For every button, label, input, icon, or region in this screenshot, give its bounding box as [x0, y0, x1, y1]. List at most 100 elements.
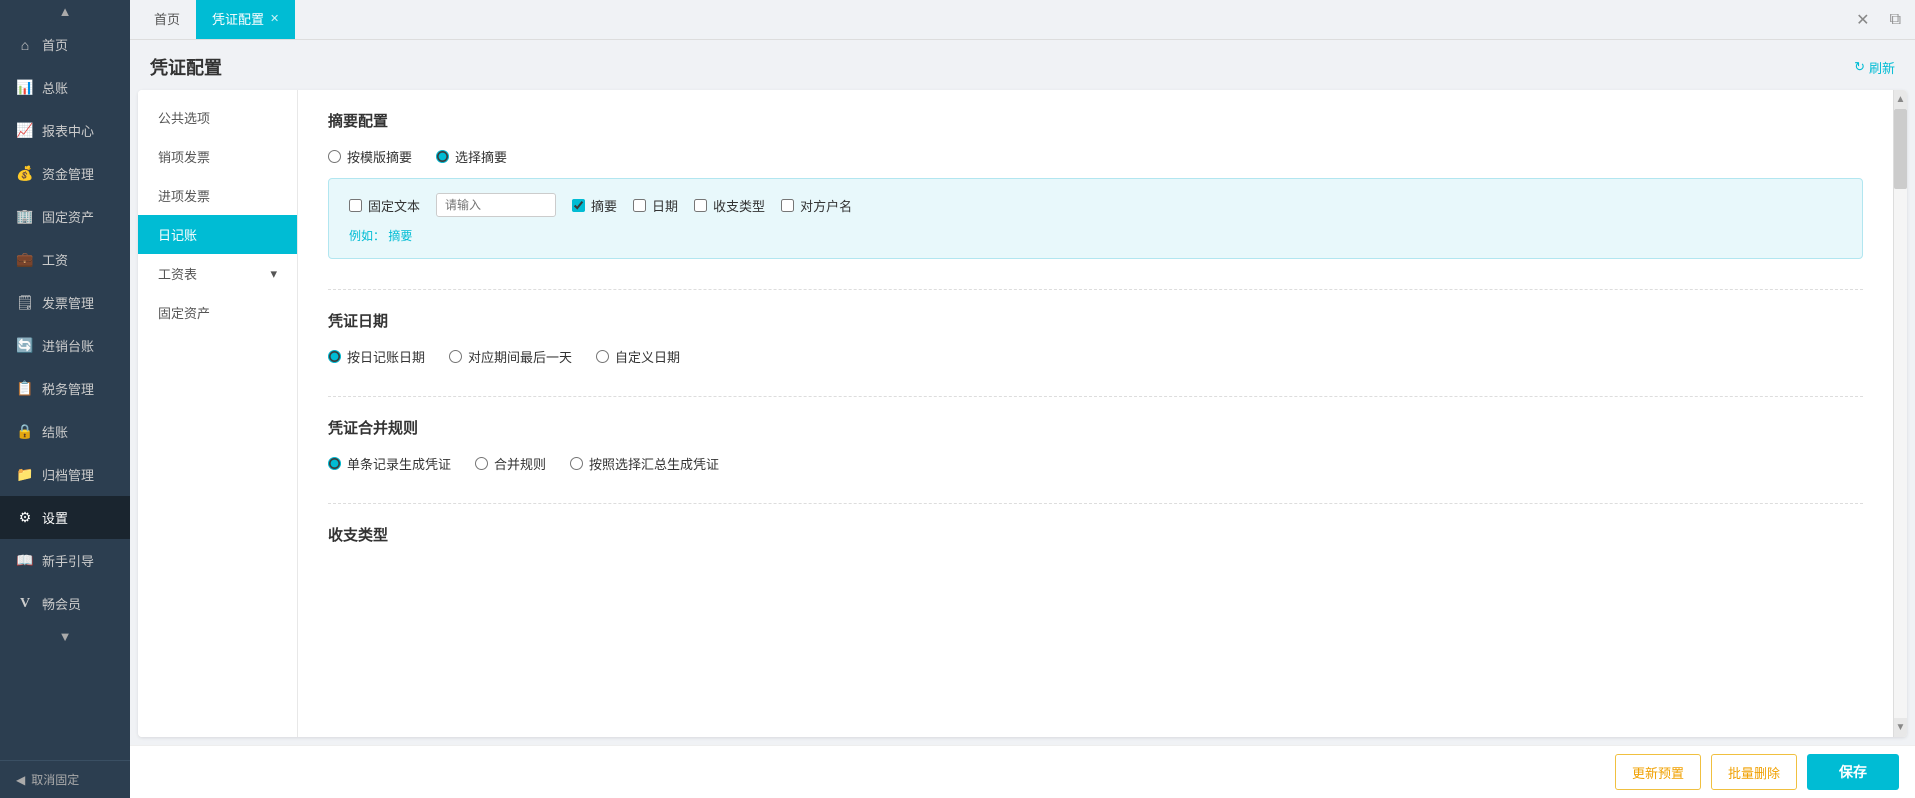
save-button[interactable]: 保存 [1807, 754, 1899, 790]
merge-rule-radio-group: 单条记录生成凭证 合并规则 按照选择汇总生成凭证 [328, 454, 1863, 473]
scroll-thumb[interactable] [1894, 109, 1907, 189]
left-nav-purchase-invoice[interactable]: 进项发票 [138, 176, 297, 215]
radio-single[interactable]: 单条记录生成凭证 [328, 454, 451, 473]
tab-close-icon[interactable]: ✕ [270, 12, 279, 25]
checkbox-counterpart-input[interactable] [781, 199, 794, 212]
summary-config-title: 摘要配置 [328, 110, 1863, 131]
ledger-icon: 📊 [16, 79, 34, 96]
checkbox-summary[interactable]: 摘要 [572, 196, 617, 215]
main-area: 首页 凭证配置 ✕ ✕ ⧉ 凭证配置 ↻ 刷新 公共选项 [130, 0, 1915, 798]
sidebar-item-ledger[interactable]: 📊 总账 [0, 66, 130, 109]
closing-icon: 🔒 [16, 423, 34, 440]
sidebar-unpin-button[interactable]: ◀ 取消固定 [0, 760, 130, 798]
sidebar-item-invoice[interactable]: 🗒 发票管理 [0, 281, 130, 324]
sidebar-item-assets[interactable]: 🏢 固定资产 [0, 195, 130, 238]
page-title: 凭证配置 [150, 54, 222, 80]
sidebar: ▲ ⌂ 首页 📊 总账 📈 报表中心 💰 资金管理 🏢 固定资产 💼 工资 🗒 … [0, 0, 130, 798]
fund-icon: 💰 [16, 165, 34, 182]
summary-example: 例如： 摘要 [349, 227, 1842, 244]
summary-checkboxes-row: 固定文本 摘要 日期 [349, 193, 1842, 217]
checkbox-summary-input[interactable] [572, 199, 585, 212]
checkbox-fixed-text-input[interactable] [349, 199, 362, 212]
radio-merge[interactable]: 合并规则 [475, 454, 546, 473]
assets-icon: 🏢 [16, 208, 34, 225]
radio-custom-date[interactable]: 自定义日期 [596, 347, 680, 366]
checkbox-date-input[interactable] [633, 199, 646, 212]
batch-delete-button[interactable]: 批量删除 [1711, 754, 1797, 790]
income-type-title: 收支类型 [328, 524, 1863, 545]
bottom-action-bar: 更新预置 批量删除 保存 [130, 745, 1915, 798]
left-nav: 公共选项 销项发票 进项发票 日记账 工资表 ▾ 固定资产 [138, 90, 298, 737]
radio-batch[interactable]: 按照选择汇总生成凭证 [570, 454, 719, 473]
radio-single-input[interactable] [328, 457, 341, 470]
sidebar-item-report[interactable]: 📈 报表中心 [0, 109, 130, 152]
voucher-date-title: 凭证日期 [328, 310, 1863, 331]
sidebar-item-payroll[interactable]: 💼 工资 [0, 238, 130, 281]
checkbox-counterpart[interactable]: 对方户名 [781, 196, 852, 215]
radio-last-day-input[interactable] [449, 350, 462, 363]
sidebar-item-closing[interactable]: 🔒 结账 [0, 410, 130, 453]
merge-rule-section: 凭证合并规则 单条记录生成凭证 合并规则 按照选择汇总生成凭证 [328, 417, 1863, 473]
chevron-down-icon: ▾ [270, 266, 277, 282]
divider-2 [328, 396, 1863, 397]
radio-template-input[interactable] [328, 150, 341, 163]
content-wrapper: 凭证配置 ↻ 刷新 公共选项 销项发票 进项发票 日记账 [130, 40, 1915, 798]
divider-1 [328, 289, 1863, 290]
radio-custom-date-input[interactable] [596, 350, 609, 363]
radio-select-input[interactable] [436, 150, 449, 163]
checkbox-fixed-text[interactable]: 固定文本 [349, 196, 420, 215]
sidebar-scroll-up[interactable]: ▲ [0, 0, 130, 23]
voucher-date-radio-group: 按日记账日期 对应期间最后一天 自定义日期 [328, 347, 1863, 366]
sidebar-item-fund[interactable]: 💰 资金管理 [0, 152, 130, 195]
invoice-icon: 🗒 [16, 294, 34, 311]
sidebar-item-archive[interactable]: 📁 归档管理 [0, 453, 130, 496]
left-nav-fixed-assets[interactable]: 固定资产 [138, 293, 297, 332]
sidebar-scroll-down[interactable]: ▼ [0, 625, 130, 648]
left-nav-journal[interactable]: 日记账 [138, 215, 297, 254]
pin-icon: ◀ [16, 773, 25, 787]
summary-radio-group: 按模版摘要 选择摘要 [328, 147, 1863, 166]
scroll-track [1894, 109, 1907, 718]
radio-batch-input[interactable] [570, 457, 583, 470]
sidebar-item-purchase[interactable]: 🔄 进销台账 [0, 324, 130, 367]
left-nav-sales-invoice[interactable]: 销项发票 [138, 137, 297, 176]
radio-template-summary[interactable]: 按模版摘要 [328, 147, 412, 166]
radio-select-summary[interactable]: 选择摘要 [436, 147, 507, 166]
sidebar-item-settings[interactable]: ⚙ 设置 [0, 496, 130, 539]
content-body: 公共选项 销项发票 进项发票 日记账 工资表 ▾ 固定资产 [138, 90, 1907, 737]
scroll-down-button[interactable]: ▼ [1894, 718, 1907, 737]
window-restore-button[interactable]: ⧉ [1884, 8, 1907, 32]
refresh-icon: ↻ [1854, 59, 1865, 75]
voucher-date-section: 凭证日期 按日记账日期 对应期间最后一天 自定义日期 [328, 310, 1863, 366]
sidebar-item-home[interactable]: ⌂ 首页 [0, 23, 130, 66]
radio-journal-date[interactable]: 按日记账日期 [328, 347, 425, 366]
archive-icon: 📁 [16, 466, 34, 483]
radio-last-day[interactable]: 对应期间最后一天 [449, 347, 572, 366]
tab-bar-actions: ✕ ⧉ [1850, 8, 1907, 32]
home-icon: ⌂ [16, 37, 34, 53]
checkbox-income-type-input[interactable] [694, 199, 707, 212]
report-icon: 📈 [16, 122, 34, 139]
sidebar-item-guide[interactable]: 📖 新手引导 [0, 539, 130, 582]
window-close-button[interactable]: ✕ [1850, 8, 1875, 32]
radio-journal-date-input[interactable] [328, 350, 341, 363]
tab-voucher-config[interactable]: 凭证配置 ✕ [196, 0, 295, 39]
radio-merge-input[interactable] [475, 457, 488, 470]
merge-rule-title: 凭证合并规则 [328, 417, 1863, 438]
refresh-button[interactable]: ↻ 刷新 [1854, 58, 1895, 77]
member-icon: V [16, 596, 34, 612]
page-header: 凭证配置 ↻ 刷新 [130, 40, 1915, 90]
right-content: 摘要配置 按模版摘要 选择摘要 [298, 90, 1893, 737]
checkbox-date[interactable]: 日期 [633, 196, 678, 215]
left-nav-payroll-table[interactable]: 工资表 ▾ [138, 254, 297, 293]
sidebar-item-member[interactable]: V 畅会员 [0, 582, 130, 625]
scroll-up-button[interactable]: ▲ [1894, 90, 1907, 109]
update-preview-button[interactable]: 更新预置 [1615, 754, 1701, 790]
fixed-text-input[interactable] [436, 193, 556, 217]
checkbox-income-type[interactable]: 收支类型 [694, 196, 765, 215]
tax-icon: 📋 [16, 380, 34, 397]
sidebar-item-tax[interactable]: 📋 税务管理 [0, 367, 130, 410]
tab-home[interactable]: 首页 [138, 0, 196, 39]
summary-config-box: 固定文本 摘要 日期 [328, 178, 1863, 259]
left-nav-public[interactable]: 公共选项 [138, 98, 297, 137]
